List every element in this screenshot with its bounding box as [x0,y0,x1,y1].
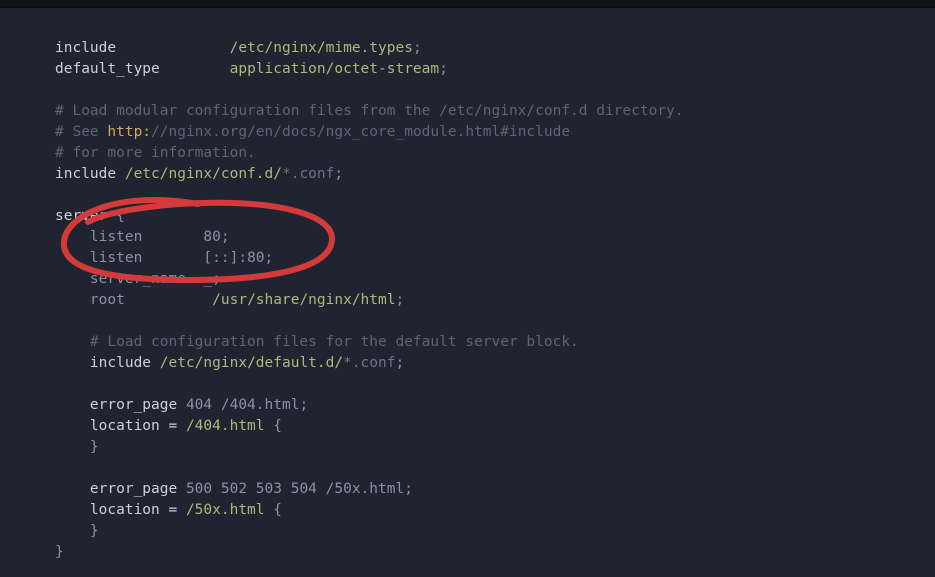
comment-line: # for more information. [55,145,256,161]
directive-location: location = [90,502,186,518]
glob: *.conf [282,166,334,182]
brace-close: } [90,523,99,539]
directive-location: location = [90,418,186,434]
comment-prefix: # See [55,124,107,140]
directive-error-page: error_page [90,397,186,413]
value-octet-stream: application/octet-stream [230,61,440,77]
comment-line: # Load configuration files for the defau… [90,334,579,350]
comment-line: # Load modular configuration files from … [55,103,684,119]
glob: *.conf [343,355,395,371]
keyword-default-type: default_type [55,61,160,77]
keyword-include: include [90,355,160,371]
keyword-include: include [55,166,125,182]
code-content[interactable]: include /etc/nginx/mime.types; default_t… [55,38,935,563]
listen-ipv6-80: [::]:80 [203,250,264,266]
keyword-include: include [55,40,116,56]
code-editor-pane: include /etc/nginx/mime.types; default_t… [0,8,935,563]
path-html-root: /usr/share/nginx/html [212,292,395,308]
brace-open: { [273,502,282,518]
path-default-d: /etc/nginx/default.d/ [160,355,343,371]
brace-close: } [90,439,99,455]
brace-open: { [116,208,125,224]
directive-root: root [90,292,125,308]
listen-port-80: 80 [203,229,220,245]
url-tail: //nginx.org/en/docs/ngx_core_module.html… [151,124,570,140]
keyword-server: server [55,208,116,224]
directive-listen: listen [90,250,142,266]
path-conf-d: /etc/nginx/conf.d/ [125,166,282,182]
directive-server-name: server_name [90,271,186,287]
brace-close: } [55,544,64,560]
url-scheme: http: [107,124,151,140]
directive-listen: listen [90,229,142,245]
brace-open: { [273,418,282,434]
directive-error-page: error_page [90,481,186,497]
path-mime-types: /etc/nginx/mime.types [230,40,413,56]
window-top-border [0,0,935,8]
